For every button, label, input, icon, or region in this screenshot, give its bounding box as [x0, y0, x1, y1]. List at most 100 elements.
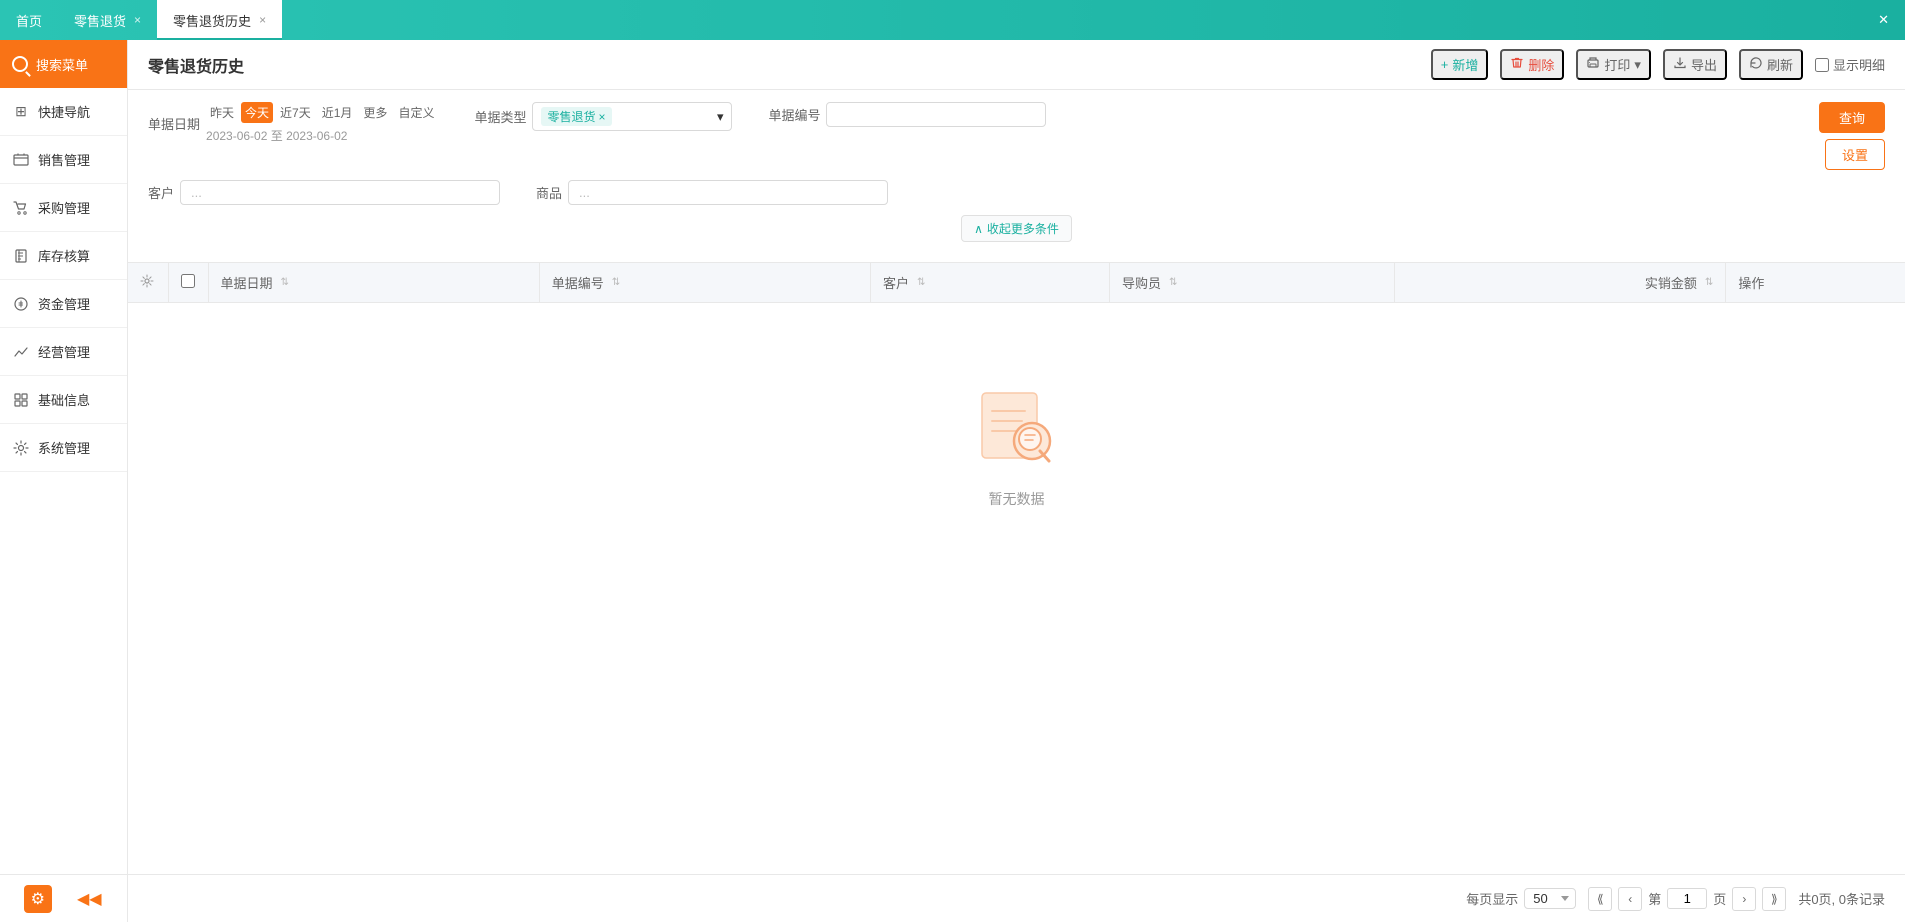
select-all-checkbox[interactable]: [181, 274, 195, 288]
show-detail-checkbox[interactable]: 显示明细: [1815, 55, 1885, 74]
date-shortcut-today[interactable]: 今天: [241, 102, 273, 123]
page-unit: 页: [1713, 889, 1726, 908]
th-amount-label: 实销金额: [1645, 273, 1697, 292]
sidebar-item-finance[interactable]: 资金管理: [0, 280, 127, 328]
tab-home[interactable]: + 新增 首页: [0, 0, 58, 40]
type-filter-label: 单据类型: [474, 107, 526, 126]
sidebar-item-purchase[interactable]: 采购管理: [0, 184, 127, 232]
th-guide[interactable]: 导购员 ⇅: [1109, 263, 1394, 303]
collapse-label: 收起更多条件: [987, 220, 1059, 237]
page-size-dropdown[interactable]: 10 20 50 100: [1524, 888, 1576, 909]
th-settings[interactable]: [128, 263, 168, 303]
sidebar-search[interactable]: 搜索菜单: [0, 40, 127, 88]
sidebar-item-quick-nav-label: 快捷导航: [38, 102, 90, 121]
sidebar-item-purchase-label: 采购管理: [38, 198, 90, 217]
page-unit-label: 第: [1648, 889, 1661, 908]
page-size-label: 每页显示: [1466, 889, 1518, 908]
customer-filter-label: 客户: [148, 183, 174, 202]
refresh-label: 刷新: [1767, 55, 1793, 74]
bill-no-input[interactable]: [826, 102, 1046, 127]
guide-sort-icon: ⇅: [1169, 277, 1177, 288]
collapse-filter-btn[interactable]: ∧ 收起更多条件: [961, 215, 1072, 242]
delete-button[interactable]: 删除: [1500, 49, 1564, 80]
purchase-icon: [12, 199, 30, 217]
print-button[interactable]: 打印 ▾: [1576, 49, 1651, 80]
show-detail-input[interactable]: [1815, 58, 1829, 72]
operations-icon: [12, 343, 30, 361]
collapse-chevron-icon: ∧: [974, 222, 983, 236]
sidebar-item-inventory-label: 库存核算: [38, 246, 90, 265]
audio-icon[interactable]: ◀◀: [75, 885, 103, 913]
main-layout: 搜索菜单 ⊞ 快捷导航 销售管理 采购管理: [0, 40, 1905, 922]
date-shortcut-more[interactable]: 更多: [359, 102, 391, 123]
sidebar-search-label: 搜索菜单: [36, 55, 88, 74]
th-amount[interactable]: 实销金额 ⇅: [1395, 263, 1726, 303]
sidebar-item-system[interactable]: 系统管理: [0, 424, 127, 472]
date-shortcut-yesterday[interactable]: 昨天: [206, 102, 238, 123]
tab-retail-return-history-label: 零售退货历史: [173, 11, 251, 30]
sidebar-item-inventory[interactable]: 库存核算: [0, 232, 127, 280]
customer-input[interactable]: ...: [180, 180, 500, 205]
tab-retail-return[interactable]: 零售退货 ×: [58, 0, 157, 40]
sidebar-item-operations-label: 经营管理: [38, 342, 90, 361]
delete-icon: [1510, 56, 1524, 73]
content-area: 零售退货历史 + 新增 删除 打印 ▾: [128, 40, 1905, 922]
quick-nav-icon: ⊞: [12, 103, 30, 121]
page-nav: ⟪ ‹ 第 页 › ⟫: [1588, 887, 1786, 911]
settings-button[interactable]: 设置: [1825, 139, 1885, 170]
th-date[interactable]: 单据日期 ⇅: [208, 263, 539, 303]
sidebar-item-sales-label: 销售管理: [38, 150, 90, 169]
sidebar-item-sales[interactable]: 销售管理: [0, 136, 127, 184]
sales-icon: [12, 151, 30, 169]
page-header: 零售退货历史 + 新增 删除 打印 ▾: [128, 40, 1905, 90]
table-container: 单据日期 ⇅ 单据编号 ⇅ 客户: [128, 263, 1905, 874]
tab-retail-return-history-close[interactable]: ×: [259, 13, 266, 27]
sidebar-bottom: ⚙ ◀◀: [0, 874, 127, 922]
goods-filter-label: 商品: [536, 183, 562, 202]
th-bill-no-label: 单据编号: [552, 273, 604, 292]
sidebar-nav: ⊞ 快捷导航 销售管理 采购管理 库存核算: [0, 88, 127, 874]
query-button[interactable]: 查询: [1819, 102, 1885, 133]
type-selector-arrow: ▾: [717, 109, 724, 125]
bill-no-filter-label: 单据编号: [768, 105, 820, 124]
page-prev-btn[interactable]: ‹: [1618, 887, 1642, 911]
date-shortcut-7days[interactable]: 近7天: [276, 102, 315, 123]
date-shortcut-1month[interactable]: 近1月: [318, 102, 357, 123]
amount-sort-icon: ⇅: [1705, 277, 1713, 288]
window-close-btn[interactable]: ✕: [1878, 12, 1905, 28]
filter-section: 单据日期 昨天 今天 近7天 近1月 更多 自定义 2023-06-02 至 2…: [128, 90, 1905, 263]
goods-input[interactable]: ...: [568, 180, 888, 205]
sidebar-item-operations[interactable]: 经营管理: [0, 328, 127, 376]
sidebar: 搜索菜单 ⊞ 快捷导航 销售管理 采购管理: [0, 40, 128, 922]
type-tag-close[interactable]: ×: [598, 110, 605, 124]
tab-list: + 新增 首页 零售退货 × 零售退货历史 ×: [0, 0, 1878, 40]
top-bar: + 新增 首页 零售退货 × 零售退货历史 × ✕: [0, 0, 1905, 40]
date-range-display: 2023-06-02 至 2023-06-02: [206, 127, 438, 144]
th-bill-no[interactable]: 单据编号 ⇅: [539, 263, 870, 303]
sidebar-item-finance-label: 资金管理: [38, 294, 90, 313]
date-sort-icon: ⇅: [281, 277, 289, 288]
gear-icon[interactable]: ⚙: [24, 885, 52, 913]
empty-state-icon: [967, 383, 1067, 473]
page-last-btn[interactable]: ⟫: [1762, 887, 1786, 911]
page-first-btn[interactable]: ⟪: [1588, 887, 1612, 911]
tab-retail-return-history[interactable]: 零售退货历史 ×: [157, 0, 282, 40]
sidebar-item-quick-nav[interactable]: ⊞ 快捷导航: [0, 88, 127, 136]
page-next-btn[interactable]: ›: [1732, 887, 1756, 911]
date-shortcut-custom[interactable]: 自定义: [394, 102, 438, 123]
sidebar-item-basic-info[interactable]: 基础信息: [0, 376, 127, 424]
th-checkbox[interactable]: [168, 263, 208, 303]
type-selector[interactable]: 零售退货 × ▾: [532, 102, 732, 131]
tab-retail-return-close[interactable]: ×: [134, 13, 141, 27]
print-label: 打印: [1604, 55, 1630, 74]
export-button[interactable]: 导出: [1663, 49, 1727, 80]
th-customer[interactable]: 客户 ⇅: [870, 263, 1109, 303]
refresh-icon: [1749, 56, 1763, 73]
search-icon: [12, 56, 28, 72]
date-filter-label: 单据日期: [148, 114, 200, 133]
page-input[interactable]: [1667, 888, 1707, 909]
refresh-button[interactable]: 刷新: [1739, 49, 1803, 80]
add-button[interactable]: + 新增: [1431, 49, 1489, 80]
th-operation-label: 操作: [1738, 276, 1764, 291]
add-label: 新增: [1452, 55, 1478, 74]
